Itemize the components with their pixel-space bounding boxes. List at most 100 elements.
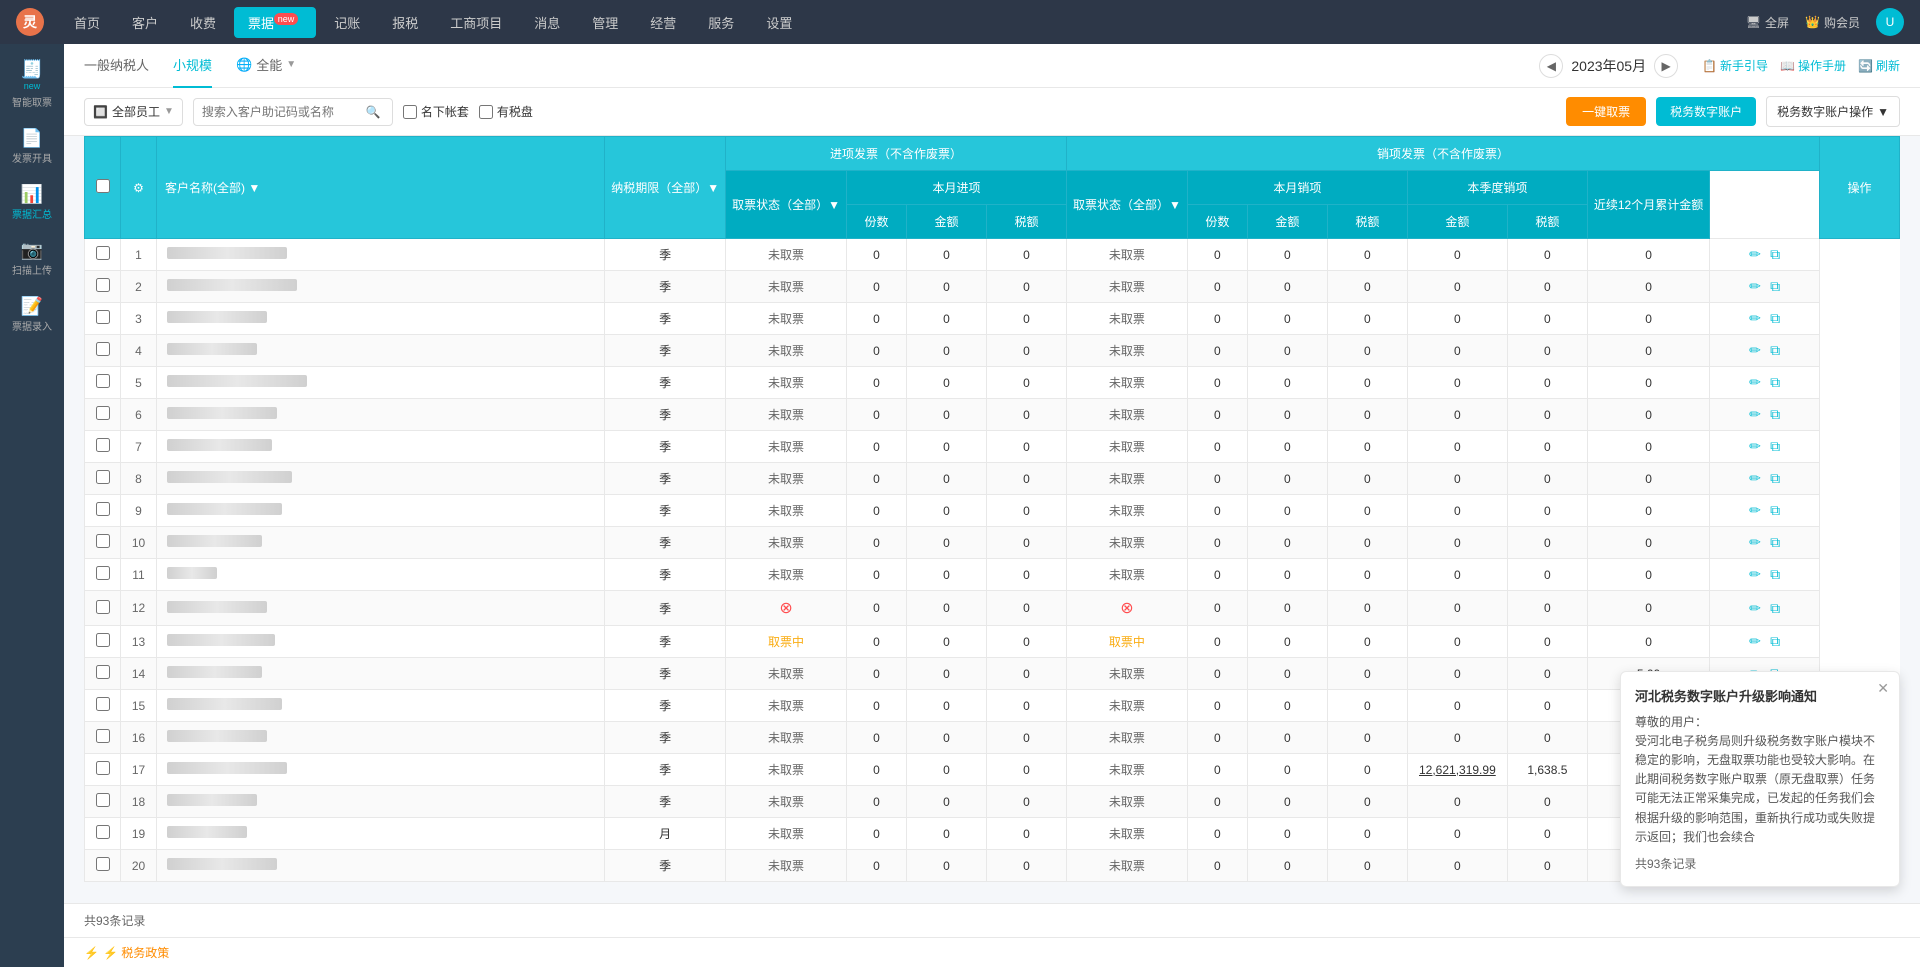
th-settings[interactable]: ⚙ (121, 137, 157, 239)
tab-general-taxpayer[interactable]: 一般纳税人 (84, 44, 149, 88)
employee-filter[interactable]: 🔲 全部员工 ▼ (84, 98, 183, 126)
edit-btn[interactable]: ✏ (1749, 438, 1761, 454)
edit-btn[interactable]: ✏ (1749, 534, 1761, 550)
nav-service[interactable]: 服务 (694, 7, 748, 38)
search-icon[interactable]: 🔍 (366, 105, 381, 119)
row-checkbox[interactable] (96, 697, 110, 711)
avatar[interactable]: U (1876, 8, 1904, 36)
edit-btn[interactable]: ✏ (1749, 246, 1761, 262)
th-client-name[interactable]: 客户名称(全部) ▼ (157, 137, 605, 239)
row-checkbox[interactable] (96, 665, 110, 679)
row-checkbox-cell[interactable] (85, 303, 121, 335)
copy-btn[interactable]: ⧉ (1770, 633, 1780, 649)
has-tax-check[interactable] (479, 105, 493, 119)
row-checkbox-cell[interactable] (85, 626, 121, 658)
has-tax-checkbox[interactable]: 有税盘 (479, 103, 533, 120)
one-click-ticket-btn[interactable]: 一键取票 (1566, 97, 1646, 126)
row-checkbox-cell[interactable] (85, 690, 121, 722)
th-out-fetch-status[interactable]: 取票状态（全部）▼ (1066, 171, 1187, 239)
row-checkbox[interactable] (96, 278, 110, 292)
edit-btn[interactable]: ✏ (1749, 406, 1761, 422)
row-checkbox-cell[interactable] (85, 722, 121, 754)
sidebar-item-open-invoice[interactable]: 📄 发票开具 (0, 121, 64, 173)
copy-btn[interactable]: ⧉ (1770, 566, 1780, 582)
row-checkbox[interactable] (96, 600, 110, 614)
edit-btn[interactable]: ✏ (1749, 470, 1761, 486)
row-checkbox[interactable] (96, 534, 110, 548)
row-checkbox-cell[interactable] (85, 335, 121, 367)
nav-billing[interactable]: 收费 (176, 7, 230, 38)
copy-btn[interactable]: ⧉ (1770, 342, 1780, 358)
row-checkbox[interactable] (96, 857, 110, 871)
tab-small-scale[interactable]: 小规模 (173, 44, 212, 88)
edit-btn[interactable]: ✏ (1749, 278, 1761, 294)
edit-btn[interactable]: ✏ (1749, 310, 1761, 326)
row-checkbox-cell[interactable] (85, 818, 121, 850)
nav-business[interactable]: 工商项目 (436, 7, 516, 38)
row-checkbox[interactable] (96, 761, 110, 775)
manual-btn[interactable]: 📖 操作手册 (1780, 57, 1846, 74)
row-checkbox[interactable] (96, 633, 110, 647)
nav-operation[interactable]: 经营 (636, 7, 690, 38)
row-checkbox-cell[interactable] (85, 658, 121, 690)
edit-btn[interactable]: ✏ (1749, 600, 1761, 616)
row-checkbox-cell[interactable] (85, 399, 121, 431)
copy-btn[interactable]: ⧉ (1770, 310, 1780, 326)
row-checkbox-cell[interactable] (85, 850, 121, 882)
copy-btn[interactable]: ⧉ (1770, 406, 1780, 422)
sidebar-item-entry[interactable]: 📝 票据录入 (0, 289, 64, 341)
new-guide-btn[interactable]: 📋 新手引导 (1702, 57, 1768, 74)
prev-month-btn[interactable]: ◀ (1539, 54, 1563, 78)
nav-client[interactable]: 客户 (118, 7, 172, 38)
copy-btn[interactable]: ⧉ (1770, 470, 1780, 486)
copy-btn[interactable]: ⧉ (1770, 534, 1780, 550)
row-checkbox-cell[interactable] (85, 463, 121, 495)
tax-dropdown-btn[interactable]: 税务数字账户操作 ▼ (1766, 96, 1900, 127)
row-checkbox-cell[interactable] (85, 431, 121, 463)
copy-btn[interactable]: ⧉ (1770, 374, 1780, 390)
row-checkbox[interactable] (96, 246, 110, 260)
tax-policy-bar[interactable]: ⚡ ⚡ 税务政策 (64, 937, 1920, 967)
row-checkbox-cell[interactable] (85, 786, 121, 818)
copy-btn[interactable]: ⧉ (1770, 502, 1780, 518)
search-box[interactable]: 🔍 (193, 98, 393, 126)
next-month-btn[interactable]: ▶ (1654, 54, 1678, 78)
row-checkbox-cell[interactable] (85, 367, 121, 399)
search-input[interactable] (202, 105, 362, 119)
fullscreen-btn[interactable]: 🖥 全屏 (1746, 14, 1789, 31)
row-checkbox[interactable] (96, 438, 110, 452)
row-checkbox[interactable] (96, 470, 110, 484)
copy-btn[interactable]: ⧉ (1770, 600, 1780, 616)
row-checkbox-cell[interactable] (85, 559, 121, 591)
refresh-btn[interactable]: 🔄 刷新 (1858, 57, 1900, 74)
row-checkbox[interactable] (96, 729, 110, 743)
th-tax-period[interactable]: 纳税期限（全部）▼ (605, 137, 726, 239)
copy-btn[interactable]: ⧉ (1770, 246, 1780, 262)
nav-admin[interactable]: 管理 (578, 7, 632, 38)
sidebar-item-scan[interactable]: 📷 扫描上传 (0, 233, 64, 285)
row-checkbox[interactable] (96, 566, 110, 580)
row-checkbox-cell[interactable] (85, 754, 121, 786)
row-checkbox-cell[interactable] (85, 591, 121, 626)
row-checkbox-cell[interactable] (85, 271, 121, 303)
tab-all[interactable]: 🌐 全能 ▼ (236, 44, 296, 88)
edit-btn[interactable]: ✏ (1749, 342, 1761, 358)
nav-message[interactable]: 消息 (520, 7, 574, 38)
row-checkbox-cell[interactable] (85, 495, 121, 527)
under-account-check[interactable] (403, 105, 417, 119)
copy-btn[interactable]: ⧉ (1770, 278, 1780, 294)
th-in-fetch-status[interactable]: 取票状态（全部）▼ (726, 171, 847, 239)
row-checkbox[interactable] (96, 310, 110, 324)
row-checkbox-cell[interactable] (85, 239, 121, 271)
row-checkbox[interactable] (96, 825, 110, 839)
copy-btn[interactable]: ⧉ (1770, 438, 1780, 454)
dropdown-icon[interactable]: ▼ (286, 59, 296, 70)
nav-settings[interactable]: 设置 (752, 7, 806, 38)
membership-btn[interactable]: 👑 购会员 (1805, 14, 1860, 31)
under-account-checkbox[interactable]: 名下帐套 (403, 103, 469, 120)
select-all-checkbox[interactable] (96, 179, 110, 193)
nav-accounting[interactable]: 记账 (320, 7, 374, 38)
edit-btn[interactable]: ✏ (1749, 633, 1761, 649)
edit-btn[interactable]: ✏ (1749, 502, 1761, 518)
tax-digital-btn[interactable]: 税务数字账户 (1656, 97, 1756, 126)
